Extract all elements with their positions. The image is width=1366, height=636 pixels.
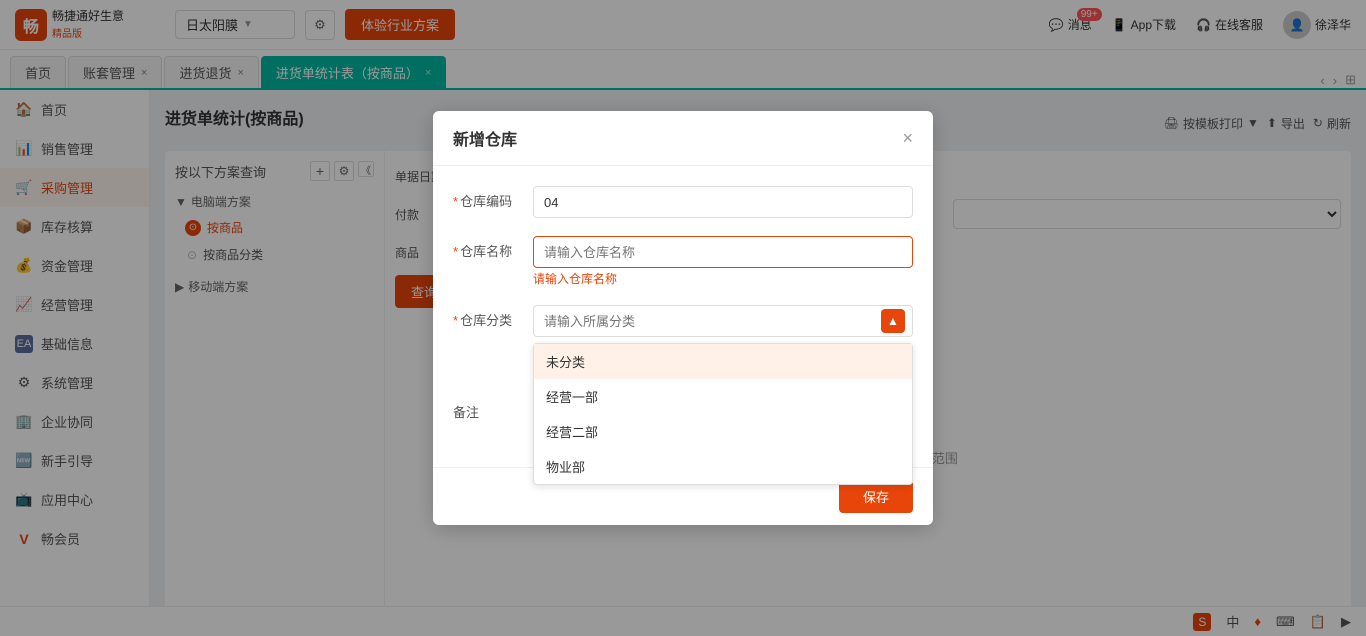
form-row-code: * 仓库编码 (453, 186, 913, 218)
name-label: * 仓库名称 (453, 236, 533, 268)
warehouse-name-input[interactable] (533, 236, 913, 268)
modal-header: 新增仓库 × (433, 111, 933, 166)
note-label: 备注 (453, 397, 533, 429)
form-row-name: * 仓库名称 请输入仓库名称 (453, 236, 913, 287)
new-warehouse-modal: 新增仓库 × * 仓库编码 * 仓库名称 (433, 111, 933, 525)
form-row-category: * 仓库分类 ▲ 未分类 经营一部 经营二部 物业部 (453, 305, 913, 337)
dropdown-item-ops2[interactable]: 经营二部 (534, 414, 912, 449)
modal-overlay: 新增仓库 × * 仓库编码 * 仓库名称 (0, 0, 1366, 636)
category-dropdown: 未分类 经营一部 经营二部 物业部 (533, 343, 913, 485)
modal-close-button[interactable]: × (902, 128, 913, 149)
modal-title: 新增仓库 (453, 126, 517, 150)
modal-body: * 仓库编码 * 仓库名称 请输入仓库名称 (433, 166, 933, 467)
category-label: * 仓库分类 (453, 305, 533, 337)
dropdown-item-property[interactable]: 物业部 (534, 449, 912, 484)
name-error-msg: 请输入仓库名称 (533, 270, 617, 287)
category-dropdown-toggle[interactable]: ▲ (881, 309, 905, 333)
category-input[interactable] (533, 305, 913, 337)
dropdown-item-ops1[interactable]: 经营一部 (534, 379, 912, 414)
warehouse-code-input[interactable] (533, 186, 913, 218)
category-input-wrap: ▲ 未分类 经营一部 经营二部 物业部 (533, 305, 913, 337)
dropdown-item-unclassified[interactable]: 未分类 (534, 344, 912, 379)
code-label: * 仓库编码 (453, 186, 533, 218)
